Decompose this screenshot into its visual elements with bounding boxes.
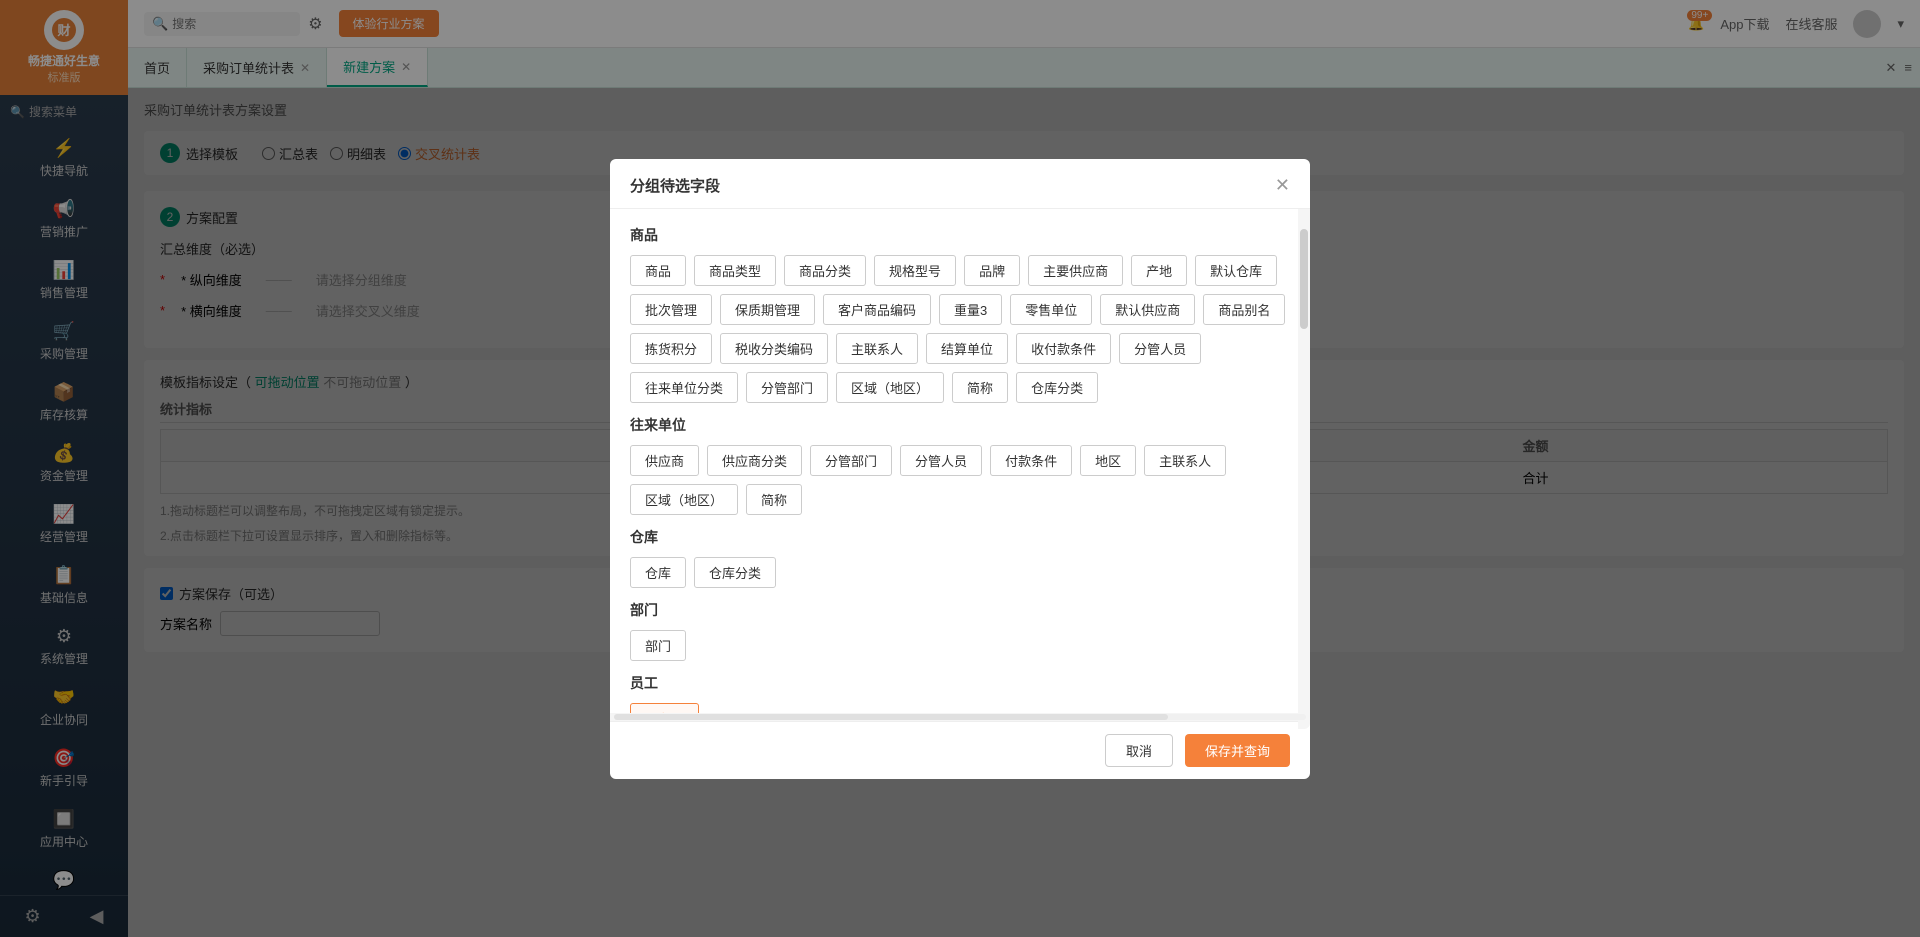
field-fenguan[interactable]: 分管人员 — [1119, 333, 1201, 364]
field-ywy[interactable]: 业务员 — [630, 703, 699, 713]
field-pihuo[interactable]: 拣货积分 — [630, 333, 712, 364]
dialog-overlay: 分组待选字段 ✕ 商品 商品 商品类型 商品分类 规格型号 品牌 主要供应商 产… — [0, 0, 1920, 937]
field-jiancheng[interactable]: 简称 — [952, 372, 1008, 403]
dialog-hscrollbar-thumb — [614, 714, 1168, 720]
dialog-close-icon[interactable]: ✕ — [1275, 175, 1290, 196]
field-bm[interactable]: 部门 — [630, 630, 686, 661]
field-fukuan[interactable]: 收付款条件 — [1016, 333, 1111, 364]
field-ck[interactable]: 仓库 — [630, 557, 686, 588]
field-gys-fl[interactable]: 供应商分类 — [707, 445, 802, 476]
field-zhuyao-gys[interactable]: 主要供应商 — [1028, 255, 1123, 286]
dialog: 分组待选字段 ✕ 商品 商品 商品类型 商品分类 规格型号 品牌 主要供应商 产… — [610, 159, 1310, 779]
field-ck-fl[interactable]: 仓库分类 — [694, 557, 776, 588]
field-shangpin[interactable]: 商品 — [630, 255, 686, 286]
dialog-footer: 取消 保存并查询 — [610, 721, 1310, 779]
field-moren-ck[interactable]: 默认仓库 — [1195, 255, 1277, 286]
field-pinpai[interactable]: 品牌 — [964, 255, 1020, 286]
goods-fields-grid: 商品 商品类型 商品分类 规格型号 品牌 主要供应商 产地 默认仓库 批次管理 … — [630, 255, 1290, 403]
field-fenguan-bm[interactable]: 分管部门 — [746, 372, 828, 403]
field-baozhi[interactable]: 保质期管理 — [720, 294, 815, 325]
field-guige[interactable]: 规格型号 — [874, 255, 956, 286]
field-quyu[interactable]: 区域（地区） — [836, 372, 944, 403]
bumen-fields-grid: 部门 — [630, 630, 1290, 661]
dialog-hscrollbar-track — [614, 714, 1306, 720]
field-jiancheng2[interactable]: 简称 — [746, 484, 802, 515]
field-chandi[interactable]: 产地 — [1131, 255, 1187, 286]
dialog-header: 分组待选字段 ✕ — [610, 159, 1310, 209]
dialog-hscrollbar[interactable] — [610, 713, 1310, 721]
yuangong-fields-grid: 业务员 — [630, 703, 1290, 713]
field-fenlei[interactable]: 商品分类 — [784, 255, 866, 286]
field-kehu-bm[interactable]: 客户商品编码 — [823, 294, 931, 325]
field-zhulianxi[interactable]: 主联系人 — [836, 333, 918, 364]
dialog-cancel-btn[interactable]: 取消 — [1105, 734, 1173, 767]
section-yuangong-title: 员工 — [630, 673, 1290, 693]
field-fen-ry[interactable]: 分管人员 — [900, 445, 982, 476]
field-gys[interactable]: 供应商 — [630, 445, 699, 476]
field-wanglai-fl[interactable]: 往来单位分类 — [630, 372, 738, 403]
field-shuishou[interactable]: 税收分类编码 — [720, 333, 828, 364]
field-fujkuan[interactable]: 付款条件 — [990, 445, 1072, 476]
field-moren-gys[interactable]: 默认供应商 — [1100, 294, 1195, 325]
field-diqu[interactable]: 地区 — [1080, 445, 1136, 476]
field-lingshou-dw[interactable]: 零售单位 — [1010, 294, 1092, 325]
dialog-scrollbar-thumb — [1300, 229, 1308, 329]
field-cangku-fl[interactable]: 仓库分类 — [1016, 372, 1098, 403]
field-leixing[interactable]: 商品类型 — [694, 255, 776, 286]
dialog-body: 商品 商品 商品类型 商品分类 规格型号 品牌 主要供应商 产地 默认仓库 批次… — [610, 209, 1310, 713]
field-lianxiren[interactable]: 主联系人 — [1144, 445, 1226, 476]
field-zhongliang[interactable]: 重量3 — [939, 294, 1002, 325]
section-cangku-title: 仓库 — [630, 527, 1290, 547]
field-quyu2[interactable]: 区域（地区） — [630, 484, 738, 515]
cangku-fields-grid: 仓库 仓库分类 — [630, 557, 1290, 588]
field-pici[interactable]: 批次管理 — [630, 294, 712, 325]
dialog-scrollbar[interactable] — [1298, 209, 1310, 729]
wanglai-fields-grid: 供应商 供应商分类 分管部门 分管人员 付款条件 地区 主联系人 区域（地区） … — [630, 445, 1290, 515]
field-fen-bm[interactable]: 分管部门 — [810, 445, 892, 476]
section-goods-title: 商品 — [630, 225, 1290, 245]
section-wanglai-title: 往来单位 — [630, 415, 1290, 435]
field-jiesuan-dw[interactable]: 结算单位 — [926, 333, 1008, 364]
dialog-save-btn[interactable]: 保存并查询 — [1185, 734, 1290, 767]
section-bumen-title: 部门 — [630, 600, 1290, 620]
field-biaoming[interactable]: 商品别名 — [1203, 294, 1285, 325]
dialog-title: 分组待选字段 — [630, 175, 720, 196]
